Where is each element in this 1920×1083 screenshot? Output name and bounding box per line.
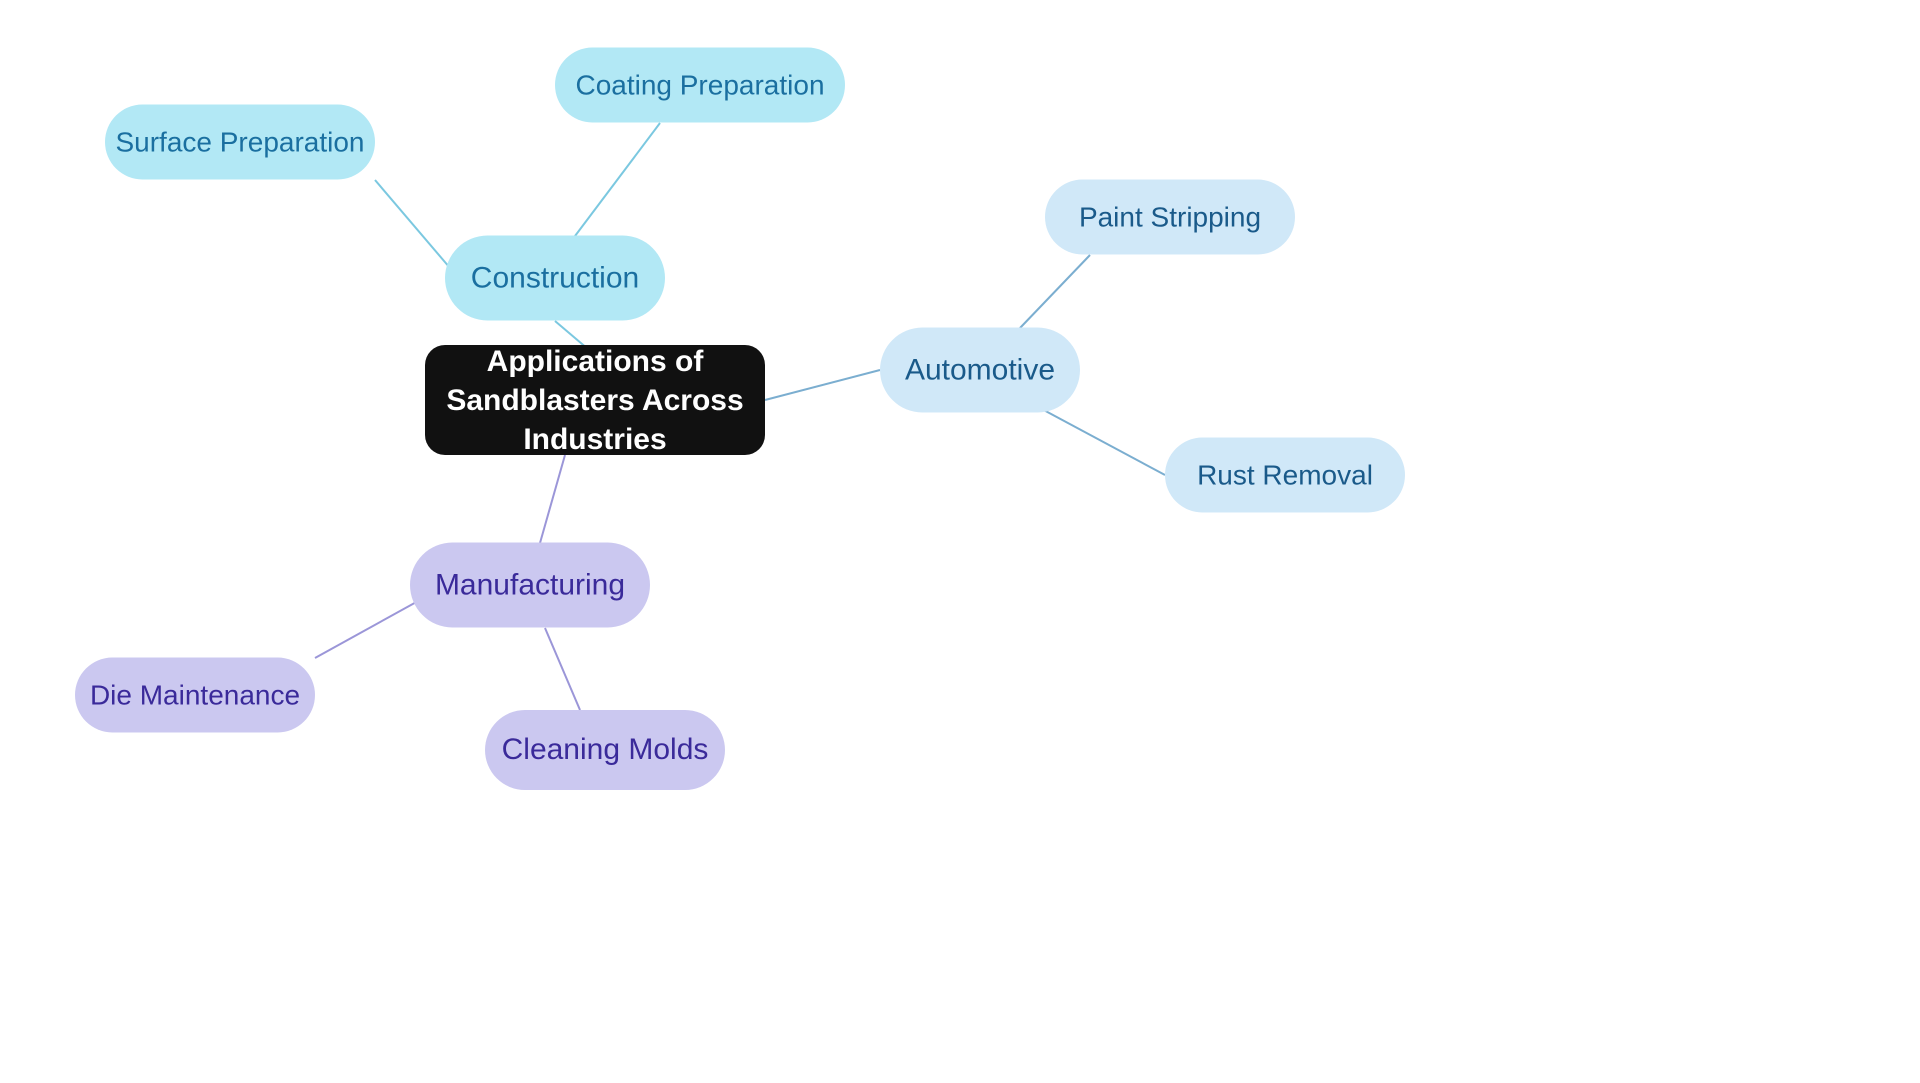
center-node[interactable]: Applications of Sandblasters Across Indu… — [425, 345, 765, 455]
construction-node[interactable]: Construction — [445, 236, 665, 321]
cleaning-molds-node[interactable]: Cleaning Molds — [485, 710, 725, 790]
surface-preparation-node[interactable]: Surface Preparation — [105, 105, 375, 180]
mind-map-diagram: Applications of Sandblasters Across Indu… — [0, 0, 1920, 1083]
automotive-node[interactable]: Automotive — [880, 328, 1080, 413]
coating-preparation-node[interactable]: Coating Preparation — [555, 48, 845, 123]
rust-removal-node[interactable]: Rust Removal — [1165, 438, 1405, 513]
die-maintenance-node[interactable]: Die Maintenance — [75, 658, 315, 733]
paint-stripping-node[interactable]: Paint Stripping — [1045, 180, 1295, 255]
manufacturing-node[interactable]: Manufacturing — [410, 543, 650, 628]
